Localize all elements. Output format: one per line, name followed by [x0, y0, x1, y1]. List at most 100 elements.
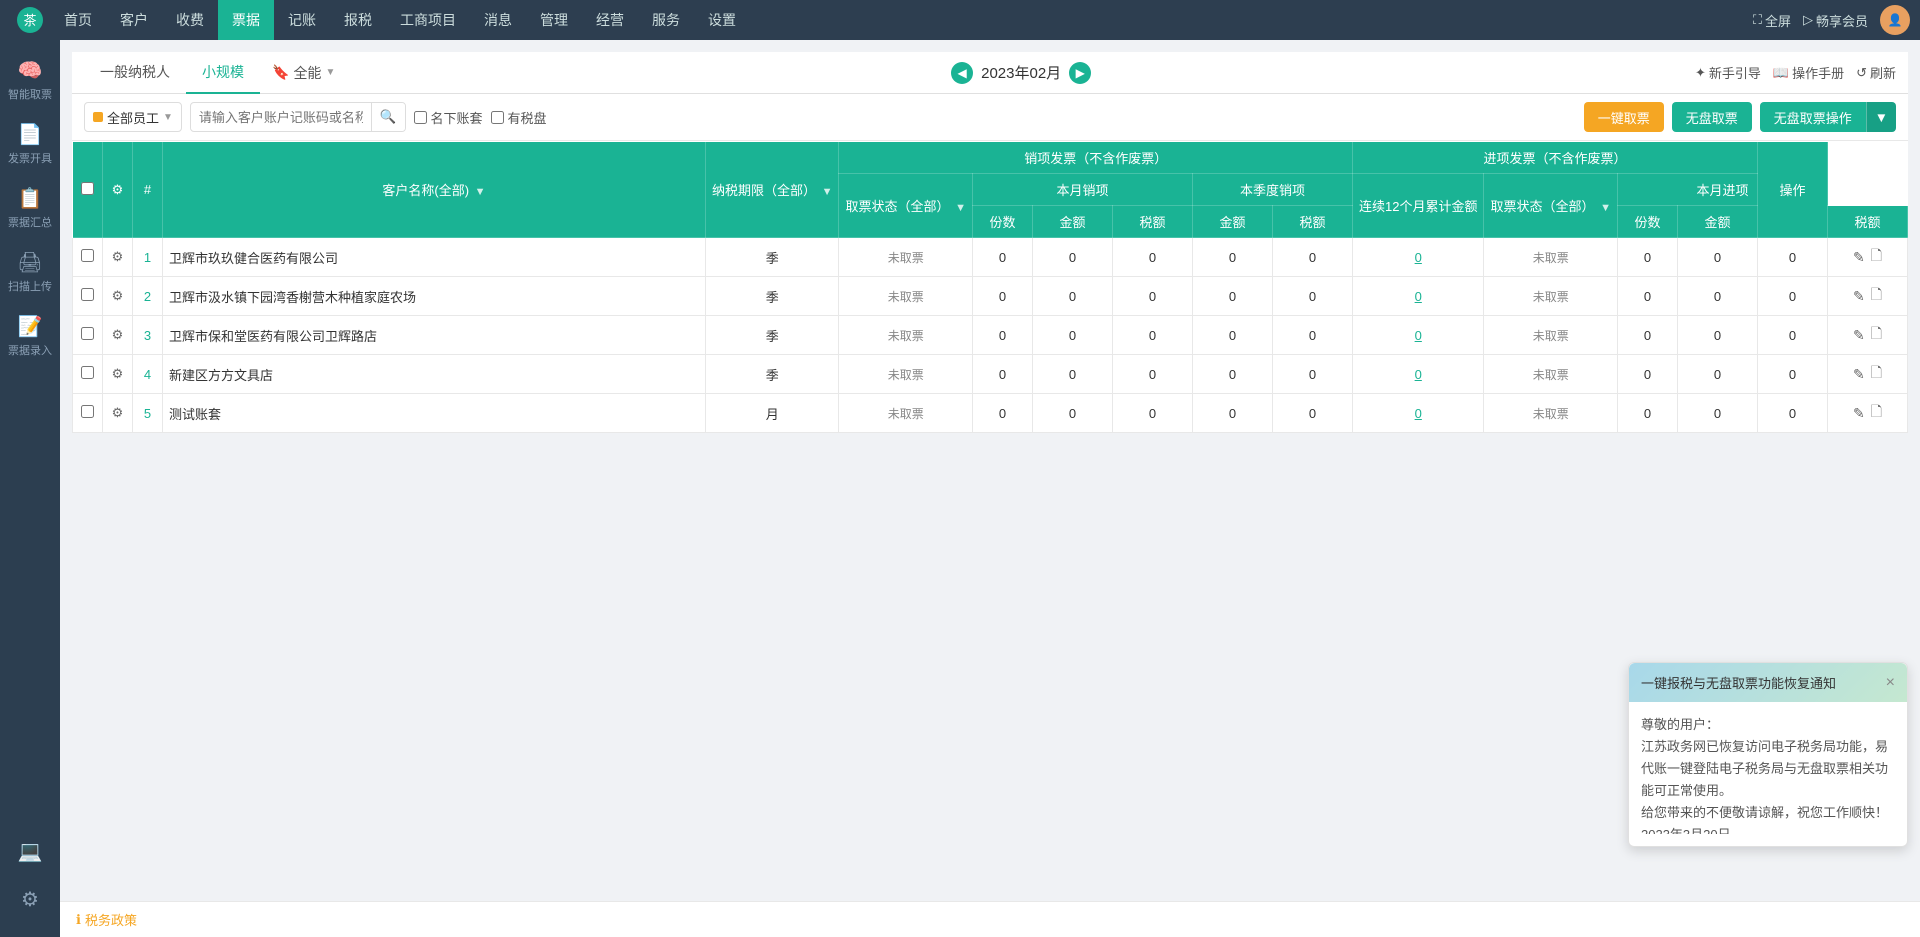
diskless-ops-arrow[interactable]: ▼ [1866, 102, 1896, 132]
tab-full[interactable]: 🔖 全能 ▼ [260, 63, 347, 83]
diskless-btn[interactable]: 无盘取票 [1672, 102, 1752, 132]
nav-item-记账[interactable]: 记账 [274, 0, 330, 40]
nav-item-票据[interactable]: 票据 [218, 0, 274, 40]
sidebar-bottom-item[interactable]: ⚙ [2, 879, 58, 923]
view-icon[interactable]: 🗋 [1871, 245, 1882, 269]
row-settings-icon[interactable]: ⚙ [112, 249, 124, 264]
avatar[interactable]: 👤 [1880, 5, 1910, 35]
tab-general-taxpayer[interactable]: 一般纳税人 [84, 52, 186, 94]
sidebar-item-智能取票[interactable]: 🧠智能取票 [2, 50, 58, 110]
nav-item-经营[interactable]: 经营 [582, 0, 638, 40]
row-sales-month-amount: 0 [1033, 277, 1113, 316]
manual-btn[interactable]: 📖 操作手册 [1773, 63, 1844, 82]
col-purchase-group: 进项发票（不含作废票） [1353, 142, 1758, 174]
sidebar-bottom-item[interactable]: 💻 [2, 831, 58, 875]
row-checkbox[interactable] [81, 405, 94, 418]
select-all-checkbox[interactable] [81, 182, 94, 195]
row-purchase-month-tax: 0 [1758, 355, 1828, 394]
nav-item-设置[interactable]: 设置 [694, 0, 750, 40]
sidebar-item-票据录入[interactable]: 📝票据录入 [2, 306, 58, 366]
search-input[interactable] [191, 106, 371, 129]
tax-disk-checkbox[interactable]: 有税盘 [491, 108, 547, 127]
view-icon[interactable]: 🗋 [1871, 323, 1882, 347]
edit-icon[interactable]: ✎ [1853, 288, 1865, 305]
notification-scroll[interactable]: 尊敬的用户： 江苏政务网已恢复访问电子税务局功能，易代账一键登陆电子税务局与无盘… [1641, 714, 1895, 834]
row-sales-month-count: 0 [973, 277, 1033, 316]
cumulative-link[interactable]: 0 [1415, 406, 1422, 421]
member-btn[interactable]: ▷ 畅享会员 [1803, 11, 1868, 30]
edit-icon[interactable]: ✎ [1853, 405, 1865, 422]
view-icon[interactable]: 🗋 [1871, 401, 1882, 425]
row-sales-cumulative: 0 [1353, 355, 1484, 394]
col-sales-season: 本季度销项 [1193, 174, 1353, 206]
sales-status-filter-icon[interactable]: ▼ [955, 202, 966, 214]
guide-btn[interactable]: ✦ 新手引导 [1695, 63, 1761, 82]
nav-item-管理[interactable]: 管理 [526, 0, 582, 40]
member-icon: ▷ [1803, 12, 1813, 28]
row-tax-period: 季 [705, 238, 839, 277]
cumulative-link[interactable]: 0 [1415, 367, 1422, 382]
cumulative-link[interactable]: 0 [1415, 328, 1422, 343]
notification-close-btn[interactable]: × [1886, 674, 1895, 692]
sidebar: 🧠智能取票📄发票开具📋票据汇总🖨扫描上传📝票据录入 💻⚙ [0, 40, 60, 937]
tax-policy-link[interactable]: ℹ 税务政策 [76, 910, 137, 929]
toolbar-left: 全部员工 ▼ 🔍 名下账套 有税盘 [84, 102, 1574, 132]
row-settings-icon[interactable]: ⚙ [112, 327, 124, 342]
row-purchase-month-amount: 0 [1678, 277, 1758, 316]
nav-item-消息[interactable]: 消息 [470, 0, 526, 40]
row-sales-season-amount: 0 [1193, 277, 1273, 316]
app-logo: 茶 [10, 0, 50, 40]
nav-menu: 首页客户收费票据记账报税工商项目消息管理经营服务设置 [50, 0, 1753, 40]
row-customer-name: 新建区方方文具店 [163, 355, 706, 394]
row-purchase-month-tax: 0 [1758, 238, 1828, 277]
diskless-ops-btn[interactable]: 无盘取票操作 [1760, 102, 1866, 132]
period-next-btn[interactable]: ▶ [1069, 62, 1091, 84]
refresh-btn[interactable]: ↺ 刷新 [1856, 63, 1896, 82]
nav-item-首页[interactable]: 首页 [50, 0, 106, 40]
fullscreen-btn[interactable]: ⛶ 全屏 [1753, 11, 1791, 30]
period-prev-btn[interactable]: ◀ [951, 62, 973, 84]
search-button[interactable]: 🔍 [371, 103, 405, 131]
cumulative-link[interactable]: 0 [1415, 289, 1422, 304]
row-settings-icon[interactable]: ⚙ [112, 366, 124, 381]
row-settings-icon[interactable]: ⚙ [112, 405, 124, 420]
sidebar-icon: 🧠 [18, 58, 43, 83]
cumulative-link[interactable]: 0 [1415, 250, 1422, 265]
edit-icon[interactable]: ✎ [1853, 327, 1865, 344]
sidebar-item-票据汇总[interactable]: 📋票据汇总 [2, 178, 58, 238]
one-click-btn[interactable]: 一键取票 [1584, 102, 1664, 132]
row-checkbox[interactable] [81, 327, 94, 340]
edit-icon[interactable]: ✎ [1853, 249, 1865, 266]
purchase-status-filter-icon[interactable]: ▼ [1600, 202, 1611, 214]
view-icon[interactable]: 🗋 [1871, 362, 1882, 386]
tax-period-filter-icon[interactable]: ▼ [822, 186, 833, 198]
row-sales-season-amount: 0 [1193, 316, 1273, 355]
row-sales-cumulative: 0 [1353, 277, 1484, 316]
col-purchase-month-count: 份数 [1618, 206, 1678, 238]
row-customer-name: 卫辉市玖玖健合医药有限公司 [163, 238, 706, 277]
sidebar-item-扫描上传[interactable]: 🖨扫描上传 [2, 242, 58, 302]
customer-filter-icon[interactable]: ▼ [475, 186, 486, 198]
row-sales-month-count: 0 [973, 316, 1033, 355]
nav-item-收费[interactable]: 收费 [162, 0, 218, 40]
edit-icon[interactable]: ✎ [1853, 366, 1865, 383]
tab-small-scale[interactable]: 小规模 [186, 52, 260, 94]
view-icon[interactable]: 🗋 [1871, 284, 1882, 308]
sidebar-item-发票开具[interactable]: 📄发票开具 [2, 114, 58, 174]
my-accounts-checkbox[interactable]: 名下账套 [414, 108, 483, 127]
nav-item-服务[interactable]: 服务 [638, 0, 694, 40]
row-settings-icon[interactable]: ⚙ [112, 288, 124, 303]
nav-item-客户[interactable]: 客户 [106, 0, 162, 40]
nav-item-报税[interactable]: 报税 [330, 0, 386, 40]
row-purchase-month-count: 0 [1618, 394, 1678, 433]
row-sales-season-tax: 0 [1273, 355, 1353, 394]
row-checkbox[interactable] [81, 366, 94, 379]
row-purchase-month-count: 0 [1618, 277, 1678, 316]
row-checkbox[interactable] [81, 249, 94, 262]
row-settings-cell: ⚙ [103, 316, 133, 355]
table-row: ⚙ 4 新建区方方文具店 季 未取票 0 0 0 0 0 0 未取票 0 0 0… [73, 355, 1908, 394]
employee-select[interactable]: 全部员工 ▼ [84, 102, 182, 132]
row-sales-season-tax: 0 [1273, 394, 1353, 433]
nav-item-工商项目[interactable]: 工商项目 [386, 0, 470, 40]
row-checkbox[interactable] [81, 288, 94, 301]
